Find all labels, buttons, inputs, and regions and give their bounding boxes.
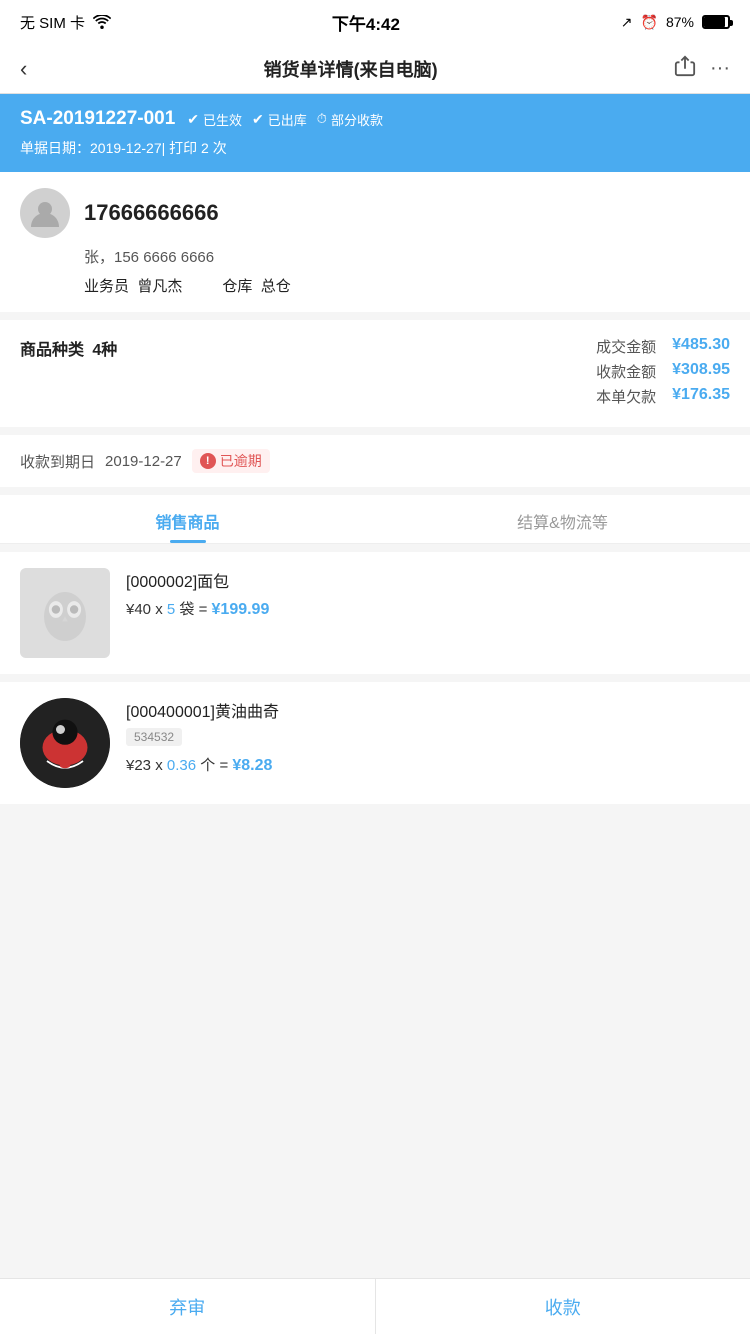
product-total-1: ¥199.99 bbox=[212, 601, 270, 618]
warehouse-value: 总仓 bbox=[261, 278, 291, 295]
customer-contact: 张，156 6666 6666 bbox=[20, 246, 730, 267]
category-stat: 商品种类 4种 bbox=[20, 336, 117, 360]
sales-info: 业务员 曾凡杰 bbox=[84, 275, 182, 296]
product-qty-2: 0.36 bbox=[167, 757, 196, 774]
tab-settlement[interactable]: 结算&物流等 bbox=[375, 495, 750, 543]
bottom-bar: 弃审 收款 bbox=[0, 1278, 750, 1334]
page-title: 销货单详情(来自电脑) bbox=[264, 56, 438, 82]
product-name-1: [0000002]面包 bbox=[126, 568, 730, 592]
deal-amount-value: ¥485.30 bbox=[672, 336, 730, 357]
owl-icon bbox=[30, 578, 100, 648]
overdue-dot-icon: ! bbox=[200, 453, 216, 469]
status-time: 下午4:42 bbox=[332, 10, 400, 35]
clock-icon: ⏱ bbox=[317, 111, 327, 127]
product-tag-2: 534532 bbox=[126, 728, 182, 746]
deal-amount-label: 成交金额 bbox=[596, 336, 656, 357]
due-date-value: 2019-12-27 bbox=[105, 453, 182, 470]
product-qty-1: 5 bbox=[167, 601, 175, 618]
product-name-2: [000400001]黄油曲奇 bbox=[126, 698, 730, 722]
order-badges: ✔ 已生效 ✔ 已出库 ⏱ 部分收款 bbox=[187, 110, 383, 129]
list-item: [0000002]面包 ¥40 x 5 袋 = ¥199.99 bbox=[0, 552, 750, 674]
alarm-icon: ⏰ bbox=[641, 14, 658, 31]
product-unit-price-1: ¥40 bbox=[126, 601, 151, 618]
badge-shipped: ✔ 已出库 bbox=[252, 110, 307, 129]
battery-fill bbox=[704, 17, 725, 27]
customer-meta: 业务员 曾凡杰 仓库 总仓 bbox=[20, 275, 730, 296]
order-date-value: 2019-12-27 bbox=[90, 140, 162, 156]
warehouse-info: 仓库 总仓 bbox=[222, 275, 290, 296]
tabs-section: 销售商品 结算&物流等 bbox=[0, 495, 750, 544]
tab-bar: 销售商品 结算&物流等 bbox=[0, 495, 750, 543]
deal-amount-row: 成交金额 ¥485.30 bbox=[596, 336, 730, 357]
cancel-button[interactable]: 弃审 bbox=[0, 1279, 376, 1334]
debt-amount-row: 本单欠款 ¥176.35 bbox=[596, 386, 730, 407]
product-thumb-1 bbox=[20, 568, 110, 658]
order-date-line: 单据日期：2019-12-27| 打印 2 次 bbox=[20, 138, 730, 158]
sales-person: 曾凡杰 bbox=[137, 278, 182, 295]
sales-label: 业务员 bbox=[84, 278, 129, 295]
debt-amount-value: ¥176.35 bbox=[672, 386, 730, 407]
product-price-1: ¥40 x 5 袋 = ¥199.99 bbox=[126, 598, 730, 619]
status-bar: 无 SIM 卡 下午4:42 ↗ ⏰ 87% bbox=[0, 0, 750, 44]
stats-section: 商品种类 4种 成交金额 ¥485.30 收款金额 ¥308.95 本单欠款 ¥… bbox=[0, 320, 750, 427]
amount-stats: 成交金额 ¥485.30 收款金额 ¥308.95 本单欠款 ¥176.35 bbox=[596, 336, 730, 411]
receipt-amount-row: 收款金额 ¥308.95 bbox=[596, 361, 730, 382]
nav-actions: ··· bbox=[674, 55, 730, 83]
debt-amount-label: 本单欠款 bbox=[596, 386, 656, 407]
product-info-1: [0000002]面包 ¥40 x 5 袋 = ¥199.99 bbox=[126, 568, 730, 619]
product-thumb-2 bbox=[20, 698, 110, 788]
receipt-amount-label: 收款金额 bbox=[596, 361, 656, 382]
customer-section: 17666666666 张，156 6666 6666 业务员 曾凡杰 仓库 总… bbox=[0, 172, 750, 312]
wifi-icon bbox=[93, 15, 111, 29]
status-left: 无 SIM 卡 bbox=[20, 12, 111, 33]
order-id: SA-20191227-001 bbox=[20, 108, 175, 130]
order-print-info: | 打印 2 次 bbox=[162, 140, 227, 156]
product-list: [0000002]面包 ¥40 x 5 袋 = ¥199.99 bbox=[0, 552, 750, 882]
list-item: [000400001]黄油曲奇 534532 ¥23 x 0.36 个 = ¥8… bbox=[0, 682, 750, 804]
check-icon-2: ✔ bbox=[252, 111, 264, 128]
carrier-text: 无 SIM 卡 bbox=[20, 12, 85, 33]
order-header-top: SA-20191227-001 ✔ 已生效 ✔ 已出库 ⏱ 部分收款 bbox=[20, 108, 730, 130]
customer-top: 17666666666 bbox=[20, 188, 730, 238]
badge-partial-payment: ⏱ 部分收款 bbox=[317, 110, 383, 129]
category-label: 商品种类 bbox=[20, 342, 84, 359]
product-info-2: [000400001]黄油曲奇 534532 ¥23 x 0.36 个 = ¥8… bbox=[126, 698, 730, 775]
battery-percent: 87% bbox=[666, 14, 694, 30]
confirm-payment-button[interactable]: 收款 bbox=[376, 1279, 750, 1334]
due-date-label: 收款到期日 bbox=[20, 451, 95, 472]
back-button[interactable]: ‹ bbox=[20, 56, 27, 82]
product-image-placeholder-1 bbox=[20, 568, 110, 658]
product-unit-price-2: ¥23 bbox=[126, 757, 151, 774]
order-date-label: 单据日期： bbox=[20, 140, 90, 156]
more-button[interactable]: ··· bbox=[710, 57, 730, 80]
nav-bar: ‹ 销货单详情(来自电脑) ··· bbox=[0, 44, 750, 94]
receipt-amount-value: ¥308.95 bbox=[672, 361, 730, 382]
avatar bbox=[20, 188, 70, 238]
share-button[interactable] bbox=[674, 55, 696, 83]
product-unit-1: 袋 bbox=[179, 601, 194, 618]
product-price-2: ¥23 x 0.36 个 = ¥8.28 bbox=[126, 754, 730, 775]
product-unit-2: 个 bbox=[200, 757, 215, 774]
overdue-text: 已逾期 bbox=[220, 451, 262, 471]
status-right: ↗ ⏰ 87% bbox=[621, 14, 730, 31]
warehouse-label: 仓库 bbox=[222, 278, 252, 295]
order-header: SA-20191227-001 ✔ 已生效 ✔ 已出库 ⏱ 部分收款 单据日期：… bbox=[0, 94, 750, 172]
location-icon: ↗ bbox=[621, 14, 633, 31]
due-section: 收款到期日 2019-12-27 ! 已逾期 bbox=[0, 435, 750, 487]
tab-sales-products[interactable]: 销售商品 bbox=[0, 495, 375, 543]
customer-name: 17666666666 bbox=[84, 200, 219, 226]
battery-icon bbox=[702, 15, 730, 29]
product-image-2 bbox=[20, 698, 110, 788]
badge-effective: ✔ 已生效 bbox=[187, 110, 242, 129]
category-count: 4种 bbox=[92, 342, 117, 359]
product-total-2: ¥8.28 bbox=[232, 757, 272, 774]
overdue-badge: ! 已逾期 bbox=[192, 449, 270, 473]
check-icon-1: ✔ bbox=[187, 111, 199, 128]
